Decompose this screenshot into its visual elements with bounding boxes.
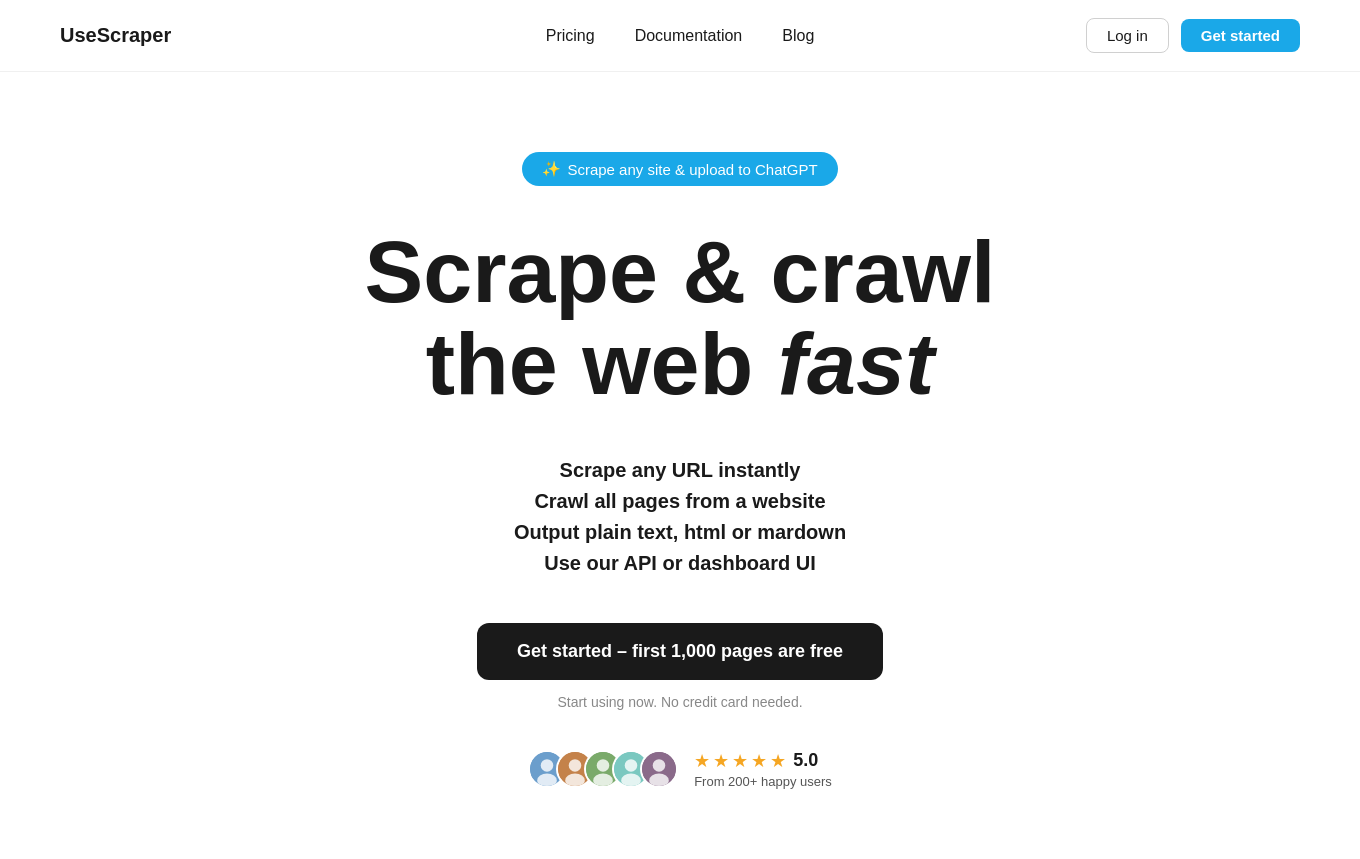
nav-documentation[interactable]: Documentation <box>635 27 743 45</box>
hero-section: ✨ Scrape any site & upload to ChatGPT Sc… <box>0 72 1360 849</box>
hero-badge[interactable]: ✨ Scrape any site & upload to ChatGPT <box>522 152 837 186</box>
rating-block: ★ ★ ★ ★ ★ 5.0 From 200+ happy users <box>694 750 832 789</box>
navbar: UseScraper Pricing Documentation Blog Lo… <box>0 0 1360 72</box>
feature-4: Use our API or dashboard UI <box>514 552 846 575</box>
star-1: ★ <box>694 750 710 772</box>
svg-point-2 <box>537 774 557 788</box>
svg-point-13 <box>653 759 666 772</box>
cta-note: Start using now. No credit card needed. <box>557 694 802 710</box>
rating-score: 5.0 <box>793 750 818 771</box>
cta-button[interactable]: Get started – first 1,000 pages are free <box>477 623 883 680</box>
svg-point-8 <box>593 774 613 788</box>
feature-3: Output plain text, html or mardown <box>514 521 846 544</box>
hero-title-line1: Scrape & crawl <box>365 222 996 321</box>
avatar-5 <box>640 750 678 788</box>
get-started-nav-button[interactable]: Get started <box>1181 19 1300 52</box>
svg-point-4 <box>569 759 582 772</box>
nav-blog[interactable]: Blog <box>782 27 814 45</box>
star-4: ★ <box>751 750 767 772</box>
nav-pricing[interactable]: Pricing <box>546 27 595 45</box>
star-2: ★ <box>713 750 729 772</box>
stars-row: ★ ★ ★ ★ ★ 5.0 <box>694 750 832 772</box>
hero-title-line2: the web <box>426 314 778 413</box>
navbar-actions: Log in Get started <box>1086 18 1300 53</box>
badge-icon: ✨ <box>542 160 561 178</box>
avatars <box>528 750 678 788</box>
svg-point-7 <box>597 759 610 772</box>
svg-point-1 <box>541 759 554 772</box>
social-proof: ★ ★ ★ ★ ★ 5.0 From 200+ happy users <box>528 750 832 789</box>
star-5: ★ <box>770 750 786 772</box>
hero-title: Scrape & crawl the web fast <box>365 226 996 411</box>
badge-text: Scrape any site & upload to ChatGPT <box>567 161 817 178</box>
nav-links: Pricing Documentation Blog <box>546 27 815 45</box>
star-3: ★ <box>732 750 748 772</box>
feature-1: Scrape any URL instantly <box>514 459 846 482</box>
svg-point-10 <box>625 759 638 772</box>
hero-features: Scrape any URL instantly Crawl all pages… <box>514 459 846 575</box>
svg-point-5 <box>565 774 585 788</box>
hero-title-italic: fast <box>778 314 935 413</box>
login-button[interactable]: Log in <box>1086 18 1169 53</box>
rating-label: From 200+ happy users <box>694 774 832 789</box>
svg-point-14 <box>649 774 669 788</box>
svg-point-11 <box>621 774 641 788</box>
feature-2: Crawl all pages from a website <box>514 490 846 513</box>
logo[interactable]: UseScraper <box>60 24 171 47</box>
